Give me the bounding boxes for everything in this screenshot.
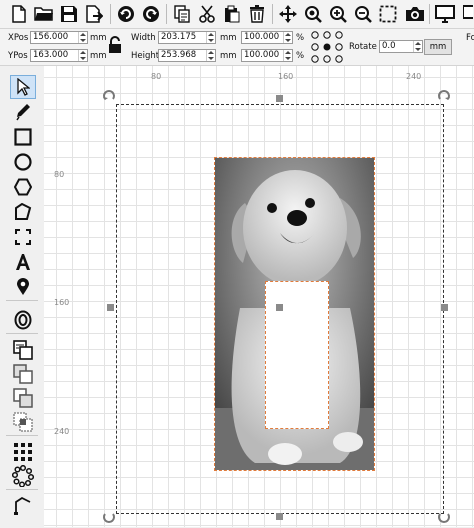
polyline-tool-icon[interactable] [10,200,36,224]
node-edit-tool-icon[interactable] [10,494,36,518]
save-icon[interactable] [58,3,80,25]
width-unit: mm [220,33,237,43]
ruler-left-tick: 240 [54,427,70,436]
ellipse-tool-icon[interactable] [10,150,36,174]
properties-toolbar: XPos 156.000 mm YPos 163.000 mm Width 20… [0,29,474,66]
height-percent-unit: % [296,51,305,61]
width-label: Width [131,33,156,43]
pen-tool-icon[interactable] [10,100,36,124]
circular-array-tool-icon[interactable] [10,464,36,488]
offset-tool-icon[interactable] [10,308,36,332]
rotate-handle-icon[interactable] [102,511,116,528]
ruler-top-tick: 80 [151,72,162,81]
toolbar-overflow-icon[interactable] [461,3,474,25]
weld-tool-icon[interactable] [10,362,36,386]
xpos-input[interactable]: 156.000 [30,31,88,44]
rotate-handle-icon[interactable] [437,511,451,528]
lock-icon[interactable] [108,36,122,57]
ruler-left-tick: 160 [54,298,70,307]
handle-left[interactable] [107,304,114,311]
polygon-tool-icon[interactable] [10,175,36,199]
height-percent-input[interactable]: 100.000 [241,49,293,62]
ypos-label: YPos [8,51,28,61]
rotate-handle-icon[interactable] [437,88,451,105]
text-tool-icon[interactable] [10,250,36,274]
cutoff-label: Fo [466,33,474,43]
delete-icon[interactable] [246,3,268,25]
move-icon[interactable] [277,3,299,25]
open-folder-icon[interactable] [33,3,55,25]
new-file-icon[interactable] [8,3,30,25]
xpos-unit: mm [90,33,107,43]
undo-icon[interactable] [115,3,137,25]
handle-center[interactable] [276,304,283,311]
ruler-top-tick: 240 [406,72,422,81]
select-tool-icon[interactable] [10,75,36,99]
handle-bottom[interactable] [276,513,283,520]
width-percent-unit: % [296,33,305,43]
zoom-out-icon[interactable] [352,3,374,25]
export-icon[interactable] [83,3,105,25]
main-toolbar [0,0,474,29]
copy-icon[interactable] [171,3,193,25]
ruler-top-tick: 160 [278,72,294,81]
tools-sidebar [0,66,44,527]
paste-icon[interactable] [221,3,243,25]
width-percent-input[interactable]: 100.000 [241,31,293,44]
handle-right[interactable] [441,304,448,311]
grid-array-tool-icon[interactable] [10,440,36,464]
rotate-input[interactable]: 0.0 [379,40,423,53]
xpos-label: XPos [8,33,29,43]
camera-icon[interactable] [404,3,426,25]
height-input[interactable]: 253.968 [158,49,216,62]
ypos-unit: mm [90,51,107,61]
handle-top[interactable] [276,95,283,102]
cut-icon[interactable] [196,3,218,25]
anchor-point-icon[interactable] [311,31,343,66]
zoom-in-icon[interactable] [327,3,349,25]
intersect-tool-icon[interactable] [10,410,36,434]
ypos-input[interactable]: 163.000 [30,49,88,62]
rotate-handle-icon[interactable] [102,88,116,105]
position-tool-icon[interactable] [10,275,36,299]
subtract-tool-icon[interactable] [10,386,36,410]
monitor-icon[interactable] [434,3,456,25]
ruler-left-tick: 80 [54,170,65,179]
rotate-label: Rotate [349,42,377,52]
width-input[interactable]: 203.175 [158,31,216,44]
height-label: Height [131,51,160,61]
corner-tool-icon[interactable] [10,225,36,249]
height-unit: mm [220,51,237,61]
zoom-fit-icon[interactable] [302,3,324,25]
rectangle-tool-icon[interactable] [10,125,36,149]
redo-icon[interactable] [140,3,162,25]
union-tool-icon[interactable] [10,338,36,362]
units-button[interactable]: mm [424,39,452,55]
select-all-icon[interactable] [377,3,399,25]
